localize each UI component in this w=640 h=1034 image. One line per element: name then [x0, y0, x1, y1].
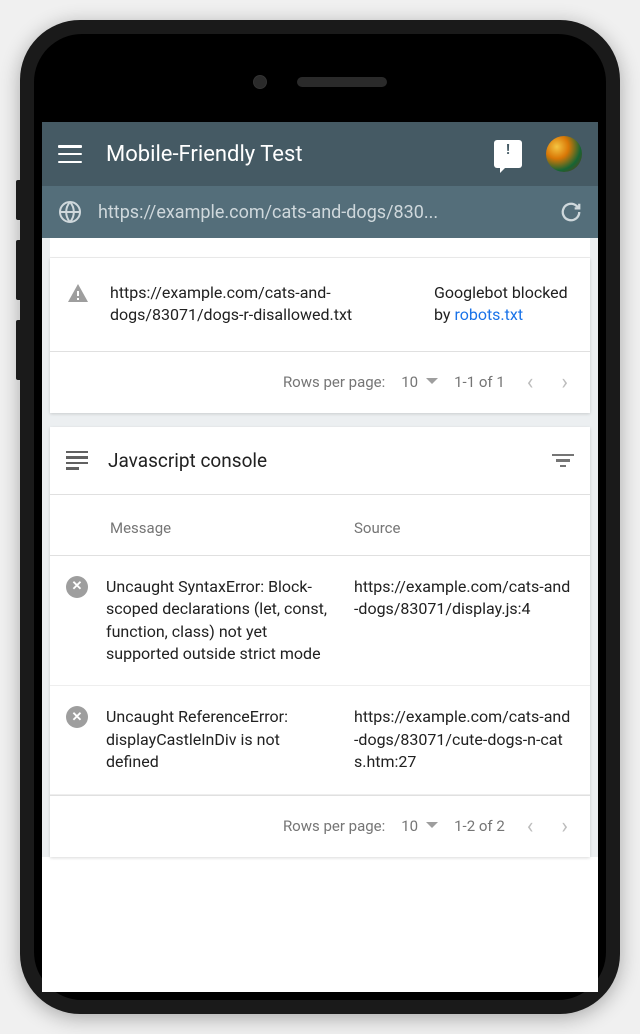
error-icon: ✕: [66, 576, 88, 598]
rows-per-page-label: Rows per page:: [283, 817, 385, 835]
chevron-down-icon: [426, 378, 438, 390]
col-source: Source: [354, 519, 574, 537]
phone-speaker: [297, 77, 387, 87]
phone-camera: [253, 75, 267, 89]
console-pagination: Rows per page: 10 1-2 of 2 ‹ ›: [50, 795, 590, 857]
console-message: Uncaught ReferenceError: displayCastleIn…: [106, 706, 336, 773]
resource-url: https://example.com/cats-and-dogs/83071/…: [110, 282, 414, 327]
console-message: Uncaught SyntaxError: Block-scoped decla…: [106, 576, 336, 666]
rows-per-page-label: Rows per page:: [283, 373, 385, 391]
console-row: ✕ Uncaught SyntaxError: Block-scoped dec…: [50, 556, 590, 687]
app-screen: Mobile-Friendly Test https://example.com…: [42, 122, 598, 992]
col-message: Message: [110, 519, 354, 537]
page-title: Mobile-Friendly Test: [106, 142, 470, 167]
prev-page-button[interactable]: ‹: [521, 370, 540, 395]
pagination-range: 1-2 of 2: [454, 817, 505, 835]
console-source: https://example.com/cats-and-dogs/83071/…: [354, 706, 574, 773]
console-table-head: Message Source: [50, 495, 590, 556]
reload-icon[interactable]: [560, 201, 582, 223]
rows-per-page-select[interactable]: 10: [401, 817, 438, 835]
resource-status: Googlebot blocked by robots.txt: [434, 282, 574, 327]
console-header: Javascript console: [50, 427, 590, 495]
error-icon: ✕: [66, 706, 88, 728]
phone-frame: Mobile-Friendly Test https://example.com…: [20, 20, 620, 1014]
robots-link[interactable]: robots.txt: [454, 305, 523, 324]
rows-per-page-select[interactable]: 10: [401, 373, 438, 391]
feedback-icon[interactable]: [494, 140, 522, 168]
console-title: Javascript console: [108, 449, 532, 472]
url-input[interactable]: https://example.com/cats-and-dogs/830...: [98, 202, 544, 223]
url-bar: https://example.com/cats-and-dogs/830...: [42, 186, 598, 238]
chevron-down-icon: [426, 822, 438, 834]
next-page-button[interactable]: ›: [555, 370, 574, 395]
app-header: Mobile-Friendly Test: [42, 122, 598, 186]
prev-page-button[interactable]: ‹: [521, 814, 540, 839]
menu-icon[interactable]: [58, 145, 82, 163]
resource-row: https://example.com/cats-and-dogs/83071/…: [50, 258, 590, 351]
avatar[interactable]: [546, 136, 582, 172]
pagination-range: 1-1 of 1: [454, 373, 505, 391]
warning-icon: [66, 282, 90, 306]
list-icon: [66, 451, 88, 470]
console-row: ✕ Uncaught ReferenceError: displayCastle…: [50, 686, 590, 794]
console-card: Javascript console Message Source ✕ Unca…: [50, 427, 590, 857]
globe-icon: [58, 200, 82, 224]
resources-card: https://example.com/cats-and-dogs/83071/…: [50, 258, 590, 413]
filter-icon[interactable]: [552, 454, 574, 468]
resources-pagination: Rows per page: 10 1-1 of 1 ‹ ›: [50, 351, 590, 413]
console-source: https://example.com/cats-and-dogs/83071/…: [354, 576, 574, 666]
next-page-button[interactable]: ›: [555, 814, 574, 839]
